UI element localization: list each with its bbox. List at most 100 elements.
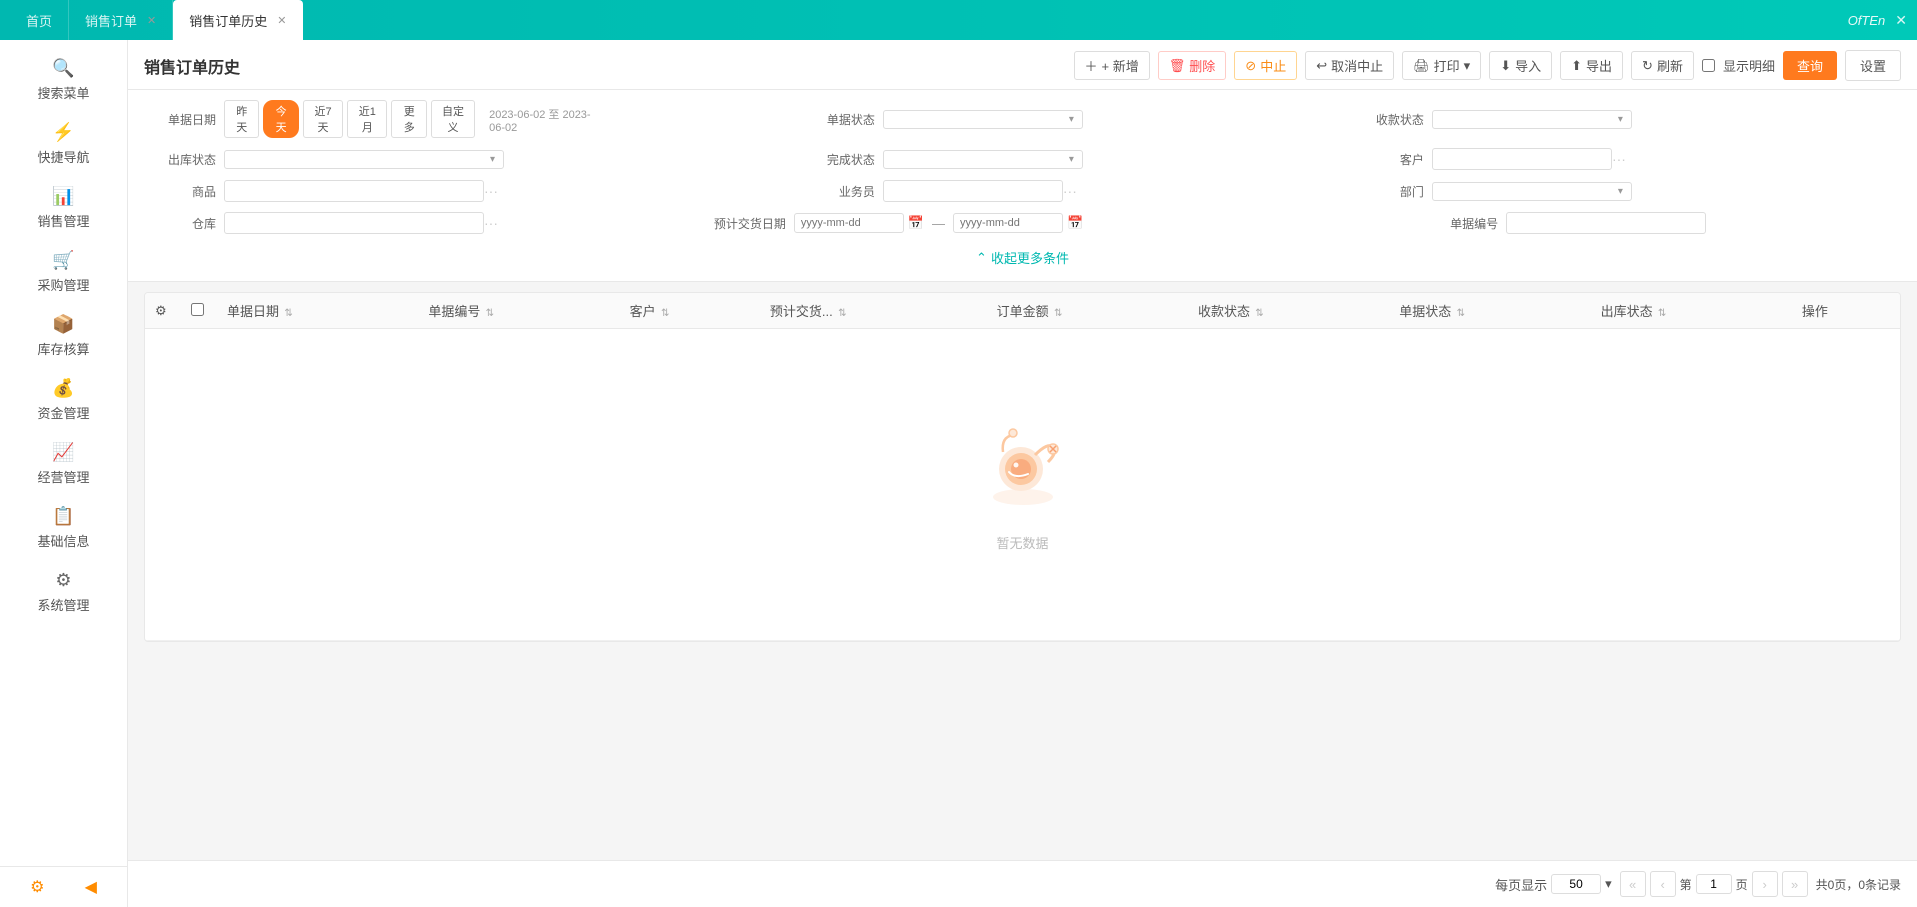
tab-sales-order[interactable]: 销售订单 ✕ [69, 0, 173, 40]
customer-dots[interactable]: ··· [1612, 151, 1626, 167]
date-btn-custom[interactable]: 自定义 [431, 100, 475, 138]
th-bill-no[interactable]: 单据编号 ⇅ [418, 293, 619, 329]
first-page-icon: « [1629, 877, 1636, 892]
page-number-input[interactable] [1696, 874, 1732, 894]
th-bill-status-sort-icon: ⇅ [1457, 308, 1465, 319]
customer-input[interactable] [1432, 148, 1612, 170]
tab-sales-order-close[interactable]: ✕ [147, 14, 156, 27]
tab-home[interactable]: 首页 [10, 0, 69, 40]
export-btn-label: 导出 [1586, 56, 1612, 75]
delete-button[interactable]: 🗑 删除 [1158, 51, 1227, 80]
page-title: 销售订单历史 [144, 54, 240, 78]
th-checkbox[interactable] [181, 293, 217, 329]
sidebar-item-finance[interactable]: 💰 资金管理 [0, 368, 127, 432]
warehouse-input[interactable] [224, 212, 484, 234]
collapse-text: 收起更多条件 [991, 248, 1069, 267]
setting-button[interactable]: 设置 [1845, 50, 1901, 81]
date-btn-today[interactable]: 今天 [263, 100, 298, 138]
tab-sales-order-history-close[interactable]: ✕ [277, 14, 286, 27]
bill-no-input[interactable] [1506, 212, 1706, 234]
sidebar-item-inventory[interactable]: 📦 库存核算 [0, 304, 127, 368]
th-date[interactable]: 单据日期 ⇅ [217, 293, 418, 329]
expected-date-start-icon[interactable]: 📅 [908, 215, 924, 231]
salesperson-dots[interactable]: ··· [1063, 183, 1077, 199]
bill-no-label: 单据编号 [1426, 215, 1506, 232]
th-actions: 操作 [1792, 293, 1900, 329]
salesperson-input[interactable] [883, 180, 1063, 202]
sidebar-item-quick-nav[interactable]: ⚡ 快捷导航 [0, 112, 127, 176]
filter-row-3: 商品 ··· 业务员 ··· 部门 ▾ [144, 180, 1901, 202]
topbar-close-icon[interactable]: ✕ [1895, 12, 1907, 29]
th-customer[interactable]: 客户 ⇅ [620, 293, 760, 329]
filter-row-1: 单据日期 昨天 今天 近7天 近1月 更多 自定义 2023-06-02 至 2… [144, 100, 1901, 138]
product-input[interactable] [224, 180, 484, 202]
product-dots[interactable]: ··· [484, 183, 498, 199]
th-date-sort-icon: ⇅ [284, 308, 292, 319]
select-all-checkbox[interactable] [191, 303, 204, 316]
export-button[interactable]: ⬆ 导出 [1560, 51, 1623, 80]
next-page-btn[interactable]: › [1752, 871, 1778, 897]
complete-status-select[interactable]: ▾ [883, 150, 1083, 169]
import-button[interactable]: ⬇ 导入 [1489, 51, 1552, 80]
collapse-btn[interactable]: ⌃ 收起更多条件 [144, 244, 1901, 271]
sidebar-item-search-label: 搜索菜单 [37, 83, 89, 102]
department-select[interactable]: ▾ [1432, 182, 1632, 201]
outbound-status-select[interactable]: ▾ [224, 150, 504, 169]
toolbar: ＋ + 新增 🗑 删除 ⊘ 中止 ↩ 取消中止 🖨 打印 [1074, 50, 1901, 81]
date-btn-1month[interactable]: 近1月 [347, 100, 387, 138]
sidebar-item-operations[interactable]: 📈 经营管理 [0, 432, 127, 496]
th-outbound-status-label: 出库状态 [1601, 304, 1653, 319]
sidebar-item-system[interactable]: ⚙ 系统管理 [0, 560, 127, 624]
th-payment-status[interactable]: 收款状态 ⇅ [1188, 293, 1389, 329]
sidebar-item-sales[interactable]: 📊 销售管理 [0, 176, 127, 240]
table-head: ⚙ 单据日期 ⇅ 单据编号 ⇅ [145, 293, 1900, 329]
bill-status-select[interactable]: ▾ [883, 110, 1083, 129]
th-order-amount-label: 订单金额 [997, 304, 1049, 319]
warehouse-dots[interactable]: ··· [484, 215, 498, 231]
print-button[interactable]: 🖨 打印 ▾ [1402, 51, 1481, 80]
tab-sales-order-history[interactable]: 销售订单历史 ✕ [173, 0, 303, 40]
inventory-icon: 📦 [52, 314, 74, 335]
page-size-arrow[interactable]: ▾ [1605, 876, 1612, 892]
sidebar-item-purchase[interactable]: 🛒 采购管理 [0, 240, 127, 304]
query-btn-label: 查询 [1797, 59, 1823, 74]
payment-status-select[interactable]: ▾ [1432, 110, 1632, 129]
query-button[interactable]: 查询 [1783, 51, 1837, 80]
next-page-icon: › [1762, 877, 1766, 892]
refresh-button[interactable]: ↻ 刷新 [1631, 51, 1694, 80]
bill-status-label: 单据状态 [803, 111, 883, 128]
th-expected-date[interactable]: 预计交货... ⇅ [760, 293, 987, 329]
filter-area: 单据日期 昨天 今天 近7天 近1月 更多 自定义 2023-06-02 至 2… [128, 90, 1917, 282]
export-icon: ⬆ [1571, 58, 1582, 74]
expected-date-start[interactable] [794, 213, 904, 233]
expected-date-end-icon[interactable]: 📅 [1067, 215, 1083, 231]
expected-date-end[interactable] [953, 213, 1063, 233]
sidebar-item-basic-info[interactable]: 📋 基础信息 [0, 496, 127, 560]
th-outbound-status[interactable]: 出库状态 ⇅ [1591, 293, 1792, 329]
cancel-stop-button[interactable]: ↩ 取消中止 [1305, 51, 1394, 80]
search-icon: 🔍 [52, 58, 74, 79]
date-btn-yesterday[interactable]: 昨天 [224, 100, 259, 138]
date-btn-more[interactable]: 更多 [391, 100, 426, 138]
pagination: « ‹ 第 页 › » [1620, 871, 1808, 897]
display-toggle[interactable]: 显示明细 [1702, 56, 1775, 75]
date-btn-7days[interactable]: 近7天 [303, 100, 343, 138]
tab-sales-order-history-label: 销售订单历史 [189, 11, 267, 30]
sidebar-settings-icon[interactable]: ⚙ [30, 877, 44, 897]
new-button[interactable]: ＋ + 新增 [1074, 51, 1150, 80]
stop-button[interactable]: ⊘ 中止 [1234, 51, 1297, 80]
th-order-amount[interactable]: 订单金额 ⇅ [987, 293, 1188, 329]
top-bar: 首页 销售订单 ✕ 销售订单历史 ✕ OfTEn ✕ [0, 0, 1917, 40]
prev-page-btn[interactable]: ‹ [1650, 871, 1676, 897]
empty-illustration [973, 417, 1073, 517]
th-bill-status[interactable]: 单据状态 ⇅ [1389, 293, 1590, 329]
sidebar-collapse-icon[interactable]: ◀ [85, 877, 97, 897]
last-page-btn[interactable]: » [1782, 871, 1808, 897]
sidebar-item-search[interactable]: 🔍 搜索菜单 [0, 48, 127, 112]
stop-btn-label: 中止 [1260, 56, 1286, 75]
warehouse-col: 仓库 ··· [144, 212, 714, 234]
display-toggle-checkbox[interactable] [1702, 59, 1715, 72]
th-settings[interactable]: ⚙ [145, 293, 181, 329]
first-page-btn[interactable]: « [1620, 871, 1646, 897]
page-size-input[interactable] [1551, 874, 1601, 894]
